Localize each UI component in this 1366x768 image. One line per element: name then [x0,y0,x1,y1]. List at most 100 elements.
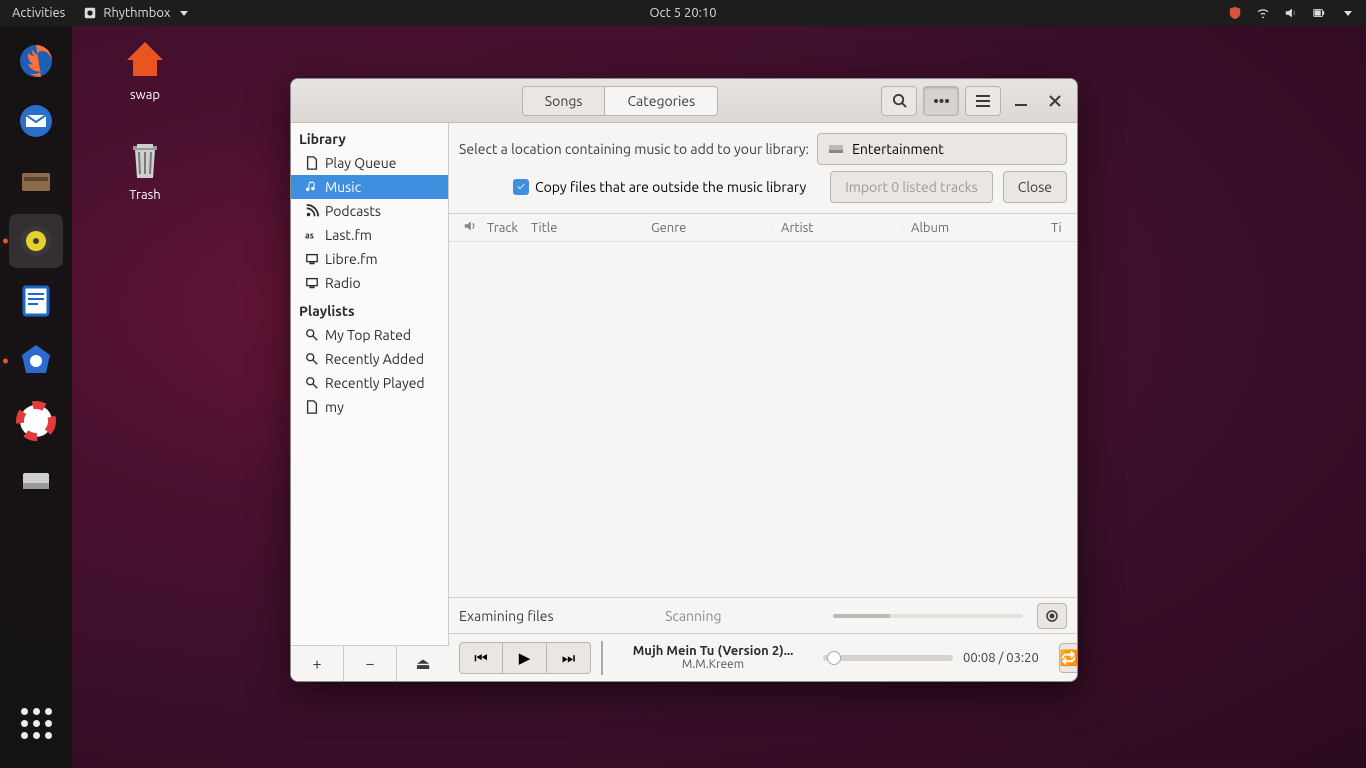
drive-icon [828,141,844,157]
shield-icon[interactable] [1228,6,1242,20]
ellipsis-icon [934,99,949,103]
column-album[interactable]: Album [903,221,1043,235]
import-button[interactable]: Import 0 listed tracks [830,171,993,203]
show-applications[interactable] [9,696,63,750]
copy-files-checkbox[interactable]: ✓ Copy files that are outside the music … [513,179,806,195]
location-chooser[interactable]: Entertainment [817,133,1067,165]
dock-files[interactable] [9,154,63,208]
sidebar-item-podcasts[interactable]: Podcasts [291,199,448,223]
time-display: 00:08 / 03:20 [963,651,1039,665]
sidebar-item-top-rated[interactable]: My Top Rated [291,323,448,347]
dock-thunderbird[interactable] [9,94,63,148]
chevron-down-icon [180,11,188,16]
main-pane: Select a location containing music to ad… [449,123,1077,681]
search-icon [305,352,319,366]
sidebar-item-librefm[interactable]: Libre.fm [291,247,448,271]
rhythmbox-window: Songs Categories Library Play Queue Musi… [290,78,1078,682]
table-header: Track Title Genre Artist Album Ti [449,214,1077,242]
track-title: Mujh Mein Tu (Version 2)... [613,644,813,658]
lastfm-icon: as [305,228,319,242]
rss-icon [305,204,319,218]
sidebar-toolbar: + − ⏏ [291,645,449,681]
wifi-icon[interactable] [1256,6,1270,20]
dock-disk[interactable] [9,454,63,508]
album-art [601,641,603,675]
tab-categories[interactable]: Categories [605,86,718,116]
dock-help[interactable] [9,394,63,448]
dock-writer[interactable] [9,274,63,328]
next-button[interactable]: ⏭ [547,642,591,674]
document-icon [305,156,319,170]
hamburger-icon [976,95,990,107]
app-menu[interactable]: Rhythmbox [83,6,188,20]
sidebar-item-radio[interactable]: Radio [291,271,448,295]
dock [0,26,72,768]
svg-text:as: as [305,231,314,241]
tab-songs[interactable]: Songs [522,86,606,116]
rhythmbox-icon [83,6,97,20]
search-button[interactable] [881,86,917,116]
close-icon [1049,95,1061,107]
column-genre[interactable]: Genre [643,221,773,235]
sidebar-item-my[interactable]: my [291,395,448,419]
track-table: Track Title Genre Artist Album Ti [449,213,1077,597]
repeat-button[interactable]: 🔁 [1059,643,1078,673]
home-folder-icon [121,36,169,84]
trash-icon [121,136,169,184]
speaker-icon [463,219,477,233]
titlebar[interactable]: Songs Categories [291,79,1077,123]
view-switcher: Songs Categories [522,86,718,116]
minimize-icon [1015,95,1027,107]
battery-icon[interactable] [1312,6,1326,20]
sidebar-header-library: Library [291,123,448,151]
search-icon [305,376,319,390]
play-button[interactable]: ▶ [503,642,547,674]
document-icon [305,400,319,414]
sidebar-item-lastfm[interactable]: asLast.fm [291,223,448,247]
status-bar: Examining files Scanning [449,597,1077,633]
status-scanning: Scanning [665,608,721,624]
search-icon [892,93,907,108]
eject-button[interactable]: ⏏ [397,646,449,681]
monitor-icon [305,276,319,290]
seek-slider[interactable] [823,655,953,661]
dock-rhythmbox[interactable] [9,214,63,268]
progress-bar [833,614,1023,618]
add-playlist-button[interactable]: + [291,646,344,681]
sidebar-header-playlists: Playlists [291,295,448,323]
prev-button[interactable]: ⏮ [459,642,503,674]
sidebar: Library Play Queue Music Podcasts asLast… [291,123,449,645]
dock-settings[interactable] [9,334,63,388]
sidebar-item-music[interactable]: Music [291,175,448,199]
track-artist: M.M.Kreem [613,658,813,671]
seek-knob[interactable] [827,651,841,665]
top-bar: Activities Rhythmbox Oct 5 20:10 [0,0,1366,26]
dock-firefox[interactable] [9,34,63,88]
remove-playlist-button[interactable]: − [344,646,397,681]
chevron-down-icon[interactable] [1344,11,1352,16]
desktop-icon-swap[interactable]: swap [100,36,190,102]
minimize-button[interactable] [1007,87,1035,115]
checkbox-icon: ✓ [513,179,529,195]
close-import-button[interactable]: Close [1003,171,1067,203]
search-icon [305,328,319,342]
more-button[interactable] [923,86,959,116]
volume-icon[interactable] [1284,6,1298,20]
clock[interactable]: Oct 5 20:10 [649,6,716,20]
menu-button[interactable] [965,86,1001,116]
stop-scan-button[interactable] [1037,603,1067,629]
column-time[interactable]: Ti [1043,221,1077,235]
column-artist[interactable]: Artist [773,221,903,235]
music-icon [305,180,319,194]
column-playing[interactable] [455,219,479,236]
status-text: Examining files [459,608,554,624]
column-track[interactable]: Track [479,221,523,235]
column-title[interactable]: Title [523,221,643,235]
close-button[interactable] [1041,87,1069,115]
sidebar-item-recently-played[interactable]: Recently Played [291,371,448,395]
desktop-icon-trash[interactable]: Trash [100,136,190,202]
sidebar-item-recently-added[interactable]: Recently Added [291,347,448,371]
stop-icon [1046,610,1058,622]
sidebar-item-play-queue[interactable]: Play Queue [291,151,448,175]
activities-button[interactable]: Activities [12,6,65,20]
